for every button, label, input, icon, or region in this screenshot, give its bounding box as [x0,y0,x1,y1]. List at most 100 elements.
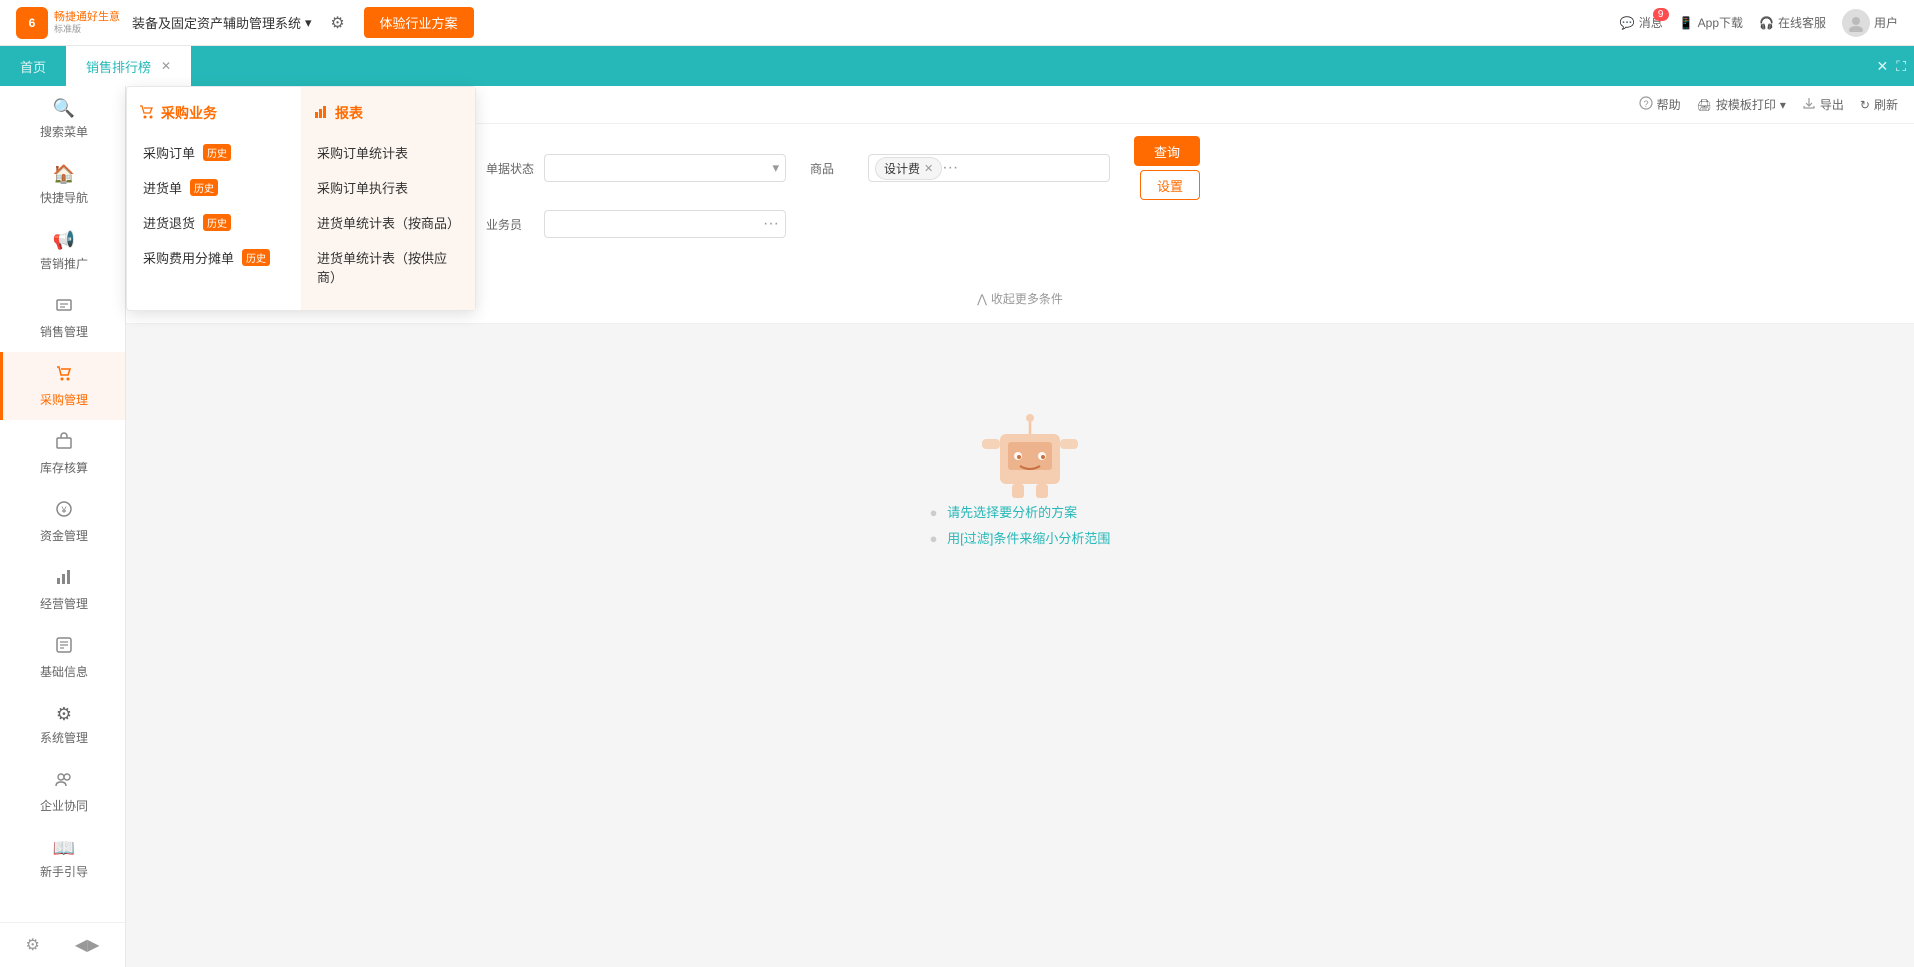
sidebar-item-system[interactable]: ⚙ 系统管理 [0,692,125,758]
sidebar-item-purchase[interactable]: 采购管理 [0,352,125,420]
sales-icon [55,296,73,319]
sidebar-guide-label: 新手引导 [40,863,88,880]
collapse-button[interactable]: ⋀ 收起更多条件 [977,290,1063,307]
logo-icon: 6 [16,7,48,39]
system-icon: ⚙ [56,704,72,725]
sidebar-item-enterprise[interactable]: 企业协同 [0,758,125,826]
sidebar-item-guide[interactable]: 📖 新手引导 [0,826,125,892]
menu-item-purchase-in-stats-goods[interactable]: 进货单统计表（按商品） [313,205,463,240]
system-selector[interactable]: 装备及固定资产辅助管理系统 ▾ [132,13,312,32]
menu-item-purchase-return[interactable]: 进货退货 历史 [139,205,289,240]
order-status-wrap[interactable]: ▾ [544,154,786,182]
online-service-label: 在线客服 [1778,14,1826,31]
purchase-order-label: 采购订单 [143,143,195,162]
inventory-icon [55,432,73,455]
header-right: 💬 消息 9 📱 App下载 🎧 在线客服 用户 [1620,9,1898,37]
sidebar-item-quick-nav[interactable]: 🏠 快捷导航 [0,152,125,218]
search-icon: 🔍 [53,98,75,119]
purchase-return-label: 进货退货 [143,213,195,232]
purchase-order-stats-label: 采购订单统计表 [317,143,408,162]
menu-section-purchase-title: 采购业务 [139,103,289,123]
salesperson-wrap[interactable]: ··· [544,210,786,238]
query-button[interactable]: 查询 [1134,136,1200,166]
sidebar-item-basic-info[interactable]: 基础信息 [0,624,125,692]
sidebar-purchase-label: 采购管理 [40,391,88,408]
sidebar-enterprise-label: 企业协同 [40,797,88,814]
refresh-action[interactable]: ↻ 刷新 [1860,96,1898,113]
sidebar-collapse-icon[interactable]: ◀▶ [75,935,100,955]
industry-btn[interactable]: 体验行业方案 [364,7,474,38]
empty-state: ● 请先选择要分析的方案 ● 用[过滤]条件来缩小分析范围 [126,324,1914,632]
purchase-expense-history: 历史 [242,249,270,266]
tab-close-icon[interactable]: ✕ [161,59,171,73]
tab-sales-rank[interactable]: 销售排行榜 ✕ [66,46,191,86]
menu-item-purchase-order-exec[interactable]: 采购订单执行表 [313,170,463,205]
sidebar-item-inventory[interactable]: 库存核算 [0,420,125,488]
goods-chip-design: 设计费 ✕ [875,157,942,180]
export-action[interactable]: 导出 [1802,96,1844,113]
phone-icon: 📱 [1679,16,1694,30]
tab-home[interactable]: 首页 [0,46,66,86]
sidebar-item-search[interactable]: 🔍 搜索菜单 [0,86,125,152]
sidebar-marketing-label: 营销推广 [40,255,88,272]
message-badge: 9 [1653,8,1669,21]
dropdown-arrow-icon: ▾ [305,15,312,31]
svg-text:?: ? [1643,99,1648,109]
message-icon: 💬 [1620,16,1635,30]
menu-item-purchase-order[interactable]: 采购订单 历史 [139,135,289,170]
tab-home-label: 首页 [20,57,46,76]
print-action[interactable]: 🖨 按模板打印 ▾ [1697,96,1786,113]
sidebar-settings-icon[interactable]: ⚙ [26,935,40,955]
sidebar-item-sales[interactable]: 销售管理 [0,284,125,352]
collapse-up-icon: ⋀ [977,292,987,306]
sidebar-item-marketing[interactable]: 📢 营销推广 [0,218,125,284]
print-label: 按模板打印 [1716,96,1776,113]
app-download-action[interactable]: 📱 App下载 [1679,14,1743,31]
report-menu-icon [313,104,329,123]
empty-line2: ● 用[过滤]条件来缩小分析范围 [930,526,1111,552]
marketing-icon: 📢 [53,230,75,251]
salesperson-more-icon[interactable]: ··· [763,215,779,233]
purchase-in-stats-supplier-label: 进货单统计表（按供应商） [317,248,459,286]
user-label: 用户 [1874,14,1898,31]
purchase-icon [55,364,73,387]
menu-item-purchase-in[interactable]: 进货单 历史 [139,170,289,205]
menu-item-purchase-in-stats-supplier[interactable]: 进货单统计表（按供应商） [313,240,463,294]
goods-more-icon[interactable]: ··· [942,159,958,177]
help-action[interactable]: ? 帮助 [1639,96,1681,113]
menu-section-report: 报表 采购订单统计表 采购订单执行表 进货单统计表（按商品） 进货单统计表（按供… [301,87,475,310]
goods-input-wrap[interactable]: 设计费 ✕ ··· [868,154,1110,182]
message-action[interactable]: 💬 消息 9 [1620,14,1663,31]
sidebar-sales-label: 销售管理 [40,323,88,340]
print-icon: 🖨 [1697,98,1712,112]
operations-icon [55,568,73,591]
sidebar-item-finance[interactable]: ¥ 资金管理 [0,488,125,556]
menu-item-purchase-expense[interactable]: 采购费用分摊单 历史 [139,240,289,275]
action-buttons: 查询 设置 [1134,136,1200,200]
salesperson-input[interactable] [551,217,763,231]
salesperson-field: 业务员 ··· [486,210,786,238]
sidebar-search-label: 搜索菜单 [40,123,88,140]
sidebar-item-operations[interactable]: 经营管理 [0,556,125,624]
collapse-label: 收起更多条件 [991,290,1063,307]
salesperson-label: 业务员 [486,216,536,233]
goods-tags: 设计费 ✕ [875,157,942,180]
menu-section-report-label: 报表 [335,103,363,123]
tab-bar: 首页 销售排行榜 ✕ ✕ ⛶ [0,46,1914,86]
user-action[interactable]: 用户 [1842,9,1898,37]
export-icon [1802,96,1816,113]
help-label: 帮助 [1657,96,1681,113]
avatar [1842,9,1870,37]
sidebar-basic-info-label: 基础信息 [40,663,88,680]
online-service-action[interactable]: 🎧 在线客服 [1759,14,1826,31]
settings-icon[interactable]: ⚙ [324,9,352,37]
tab-close-all-icon[interactable]: ✕ [1876,58,1888,75]
app-download-label: App下载 [1698,14,1743,31]
purchase-in-stats-goods-label: 进货单统计表（按商品） [317,213,459,232]
sidebar-finance-label: 资金管理 [40,527,88,544]
menu-item-purchase-order-stats[interactable]: 采购订单统计表 [313,135,463,170]
goods-chip-close[interactable]: ✕ [924,162,933,175]
set-button[interactable]: 设置 [1140,170,1200,200]
order-status-input[interactable] [551,161,772,175]
tab-expand-icon[interactable]: ⛶ [1896,58,1906,75]
